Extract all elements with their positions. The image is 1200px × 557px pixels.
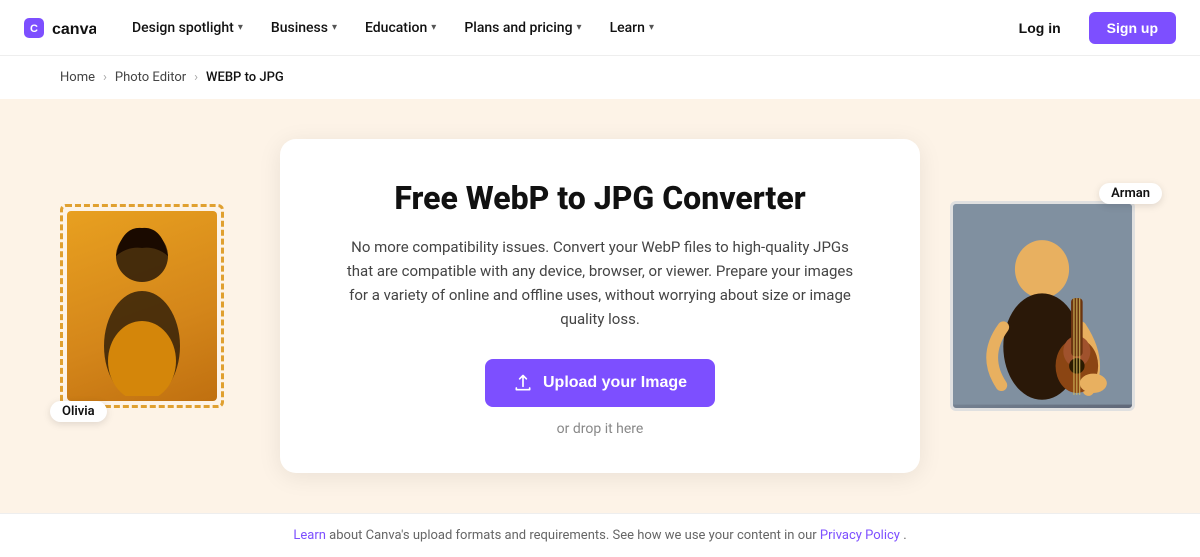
drop-hint: or drop it here: [340, 421, 860, 437]
left-photo: [67, 211, 217, 401]
chevron-down-icon: ▾: [238, 22, 243, 33]
footer-strip: Learn about Canva's upload formats and r…: [0, 513, 1200, 557]
nav-item-design-spotlight[interactable]: Design spotlight ▾: [120, 14, 255, 42]
chevron-down-icon: ▾: [332, 22, 337, 33]
label-arman: Arman: [1099, 183, 1162, 204]
converter-card: Free WebP to JPG Converter No more compa…: [280, 139, 920, 473]
nav-item-education[interactable]: Education ▾: [353, 14, 448, 42]
svg-text:C: C: [30, 23, 38, 35]
breadcrumb-separator-1: ›: [103, 70, 107, 85]
hero-description: No more compatibility issues. Convert yo…: [340, 235, 860, 331]
right-photo: [950, 201, 1135, 411]
breadcrumb-photo-editor[interactable]: Photo Editor: [115, 70, 186, 85]
signup-button[interactable]: Sign up: [1089, 12, 1176, 44]
login-button[interactable]: Log in: [1001, 12, 1079, 44]
learn-link[interactable]: Learn: [293, 528, 326, 543]
right-person-illustration: [953, 201, 1132, 408]
deco-left: Olivia: [60, 204, 240, 408]
privacy-policy-link[interactable]: Privacy Policy: [820, 528, 900, 543]
nav-item-business[interactable]: Business ▾: [259, 14, 349, 42]
nav-item-learn[interactable]: Learn ▾: [598, 14, 666, 42]
label-olivia: Olivia: [50, 401, 107, 422]
left-frame: [60, 204, 224, 408]
upload-button[interactable]: Upload your Image: [485, 359, 715, 407]
nav-actions: Log in Sign up: [1001, 12, 1176, 44]
nav-items: Design spotlight ▾ Business ▾ Education …: [120, 14, 1001, 42]
chevron-down-icon: ▾: [431, 22, 436, 33]
navbar: C canva Design spotlight ▾ Business ▾ Ed…: [0, 0, 1200, 56]
hero-title: Free WebP to JPG Converter: [340, 179, 860, 217]
hero-section: Olivia Free WebP to JPG Converter No mor…: [0, 99, 1200, 513]
nav-item-plans[interactable]: Plans and pricing ▾: [452, 14, 593, 42]
footer-text: Learn about Canva's upload formats and r…: [293, 528, 906, 543]
chevron-down-icon: ▾: [649, 22, 654, 33]
chevron-down-icon: ▾: [577, 22, 582, 33]
logo[interactable]: C canva: [24, 14, 96, 42]
breadcrumb-separator-2: ›: [194, 70, 198, 85]
upload-icon: [513, 373, 533, 393]
breadcrumb-home[interactable]: Home: [60, 70, 95, 85]
upload-button-label: Upload your Image: [543, 374, 687, 392]
left-person-illustration: [92, 216, 192, 396]
breadcrumb-current: WEBP to JPG: [206, 70, 284, 85]
deco-right: Arman: [950, 201, 1150, 411]
svg-text:canva: canva: [52, 21, 96, 38]
breadcrumb: Home › Photo Editor › WEBP to JPG: [0, 56, 1200, 99]
